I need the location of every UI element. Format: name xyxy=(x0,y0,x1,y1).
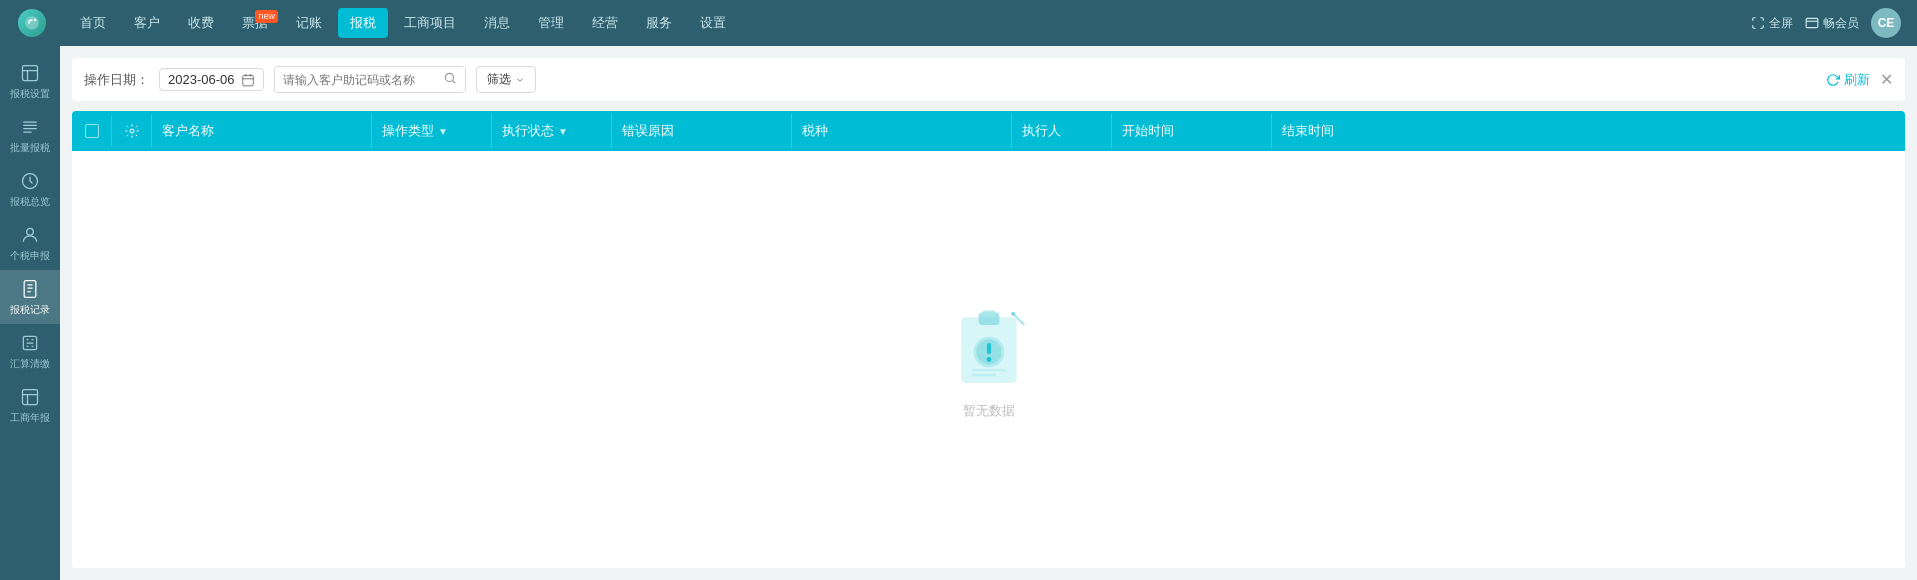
refresh-label: 刷新 xyxy=(1844,71,1870,89)
svg-point-10 xyxy=(130,129,134,133)
nav-client[interactable]: 客户 xyxy=(122,8,172,38)
main-layout: 报税设置 批量报税 报税总览 xyxy=(0,46,1917,580)
svg-rect-2 xyxy=(23,66,38,81)
date-value: 2023-06-06 xyxy=(168,72,235,87)
th-op-type[interactable]: 操作类型 ▼ xyxy=(372,114,492,148)
nav-ledger[interactable]: 记账 xyxy=(284,8,334,38)
close-button[interactable]: ✕ xyxy=(1880,70,1893,89)
nav-business[interactable]: 工商项目 xyxy=(392,8,468,38)
search-button[interactable] xyxy=(435,67,465,92)
header-checkbox[interactable] xyxy=(85,124,99,138)
fullscreen-label: 全屏 xyxy=(1769,15,1793,32)
nav-right: 全屏 畅会员 CE xyxy=(1751,8,1901,38)
fullscreen-btn[interactable]: 全屏 xyxy=(1751,15,1793,32)
exec-status-filter-icon: ▼ xyxy=(558,126,568,137)
sidebar: 报税设置 批量报税 报税总览 xyxy=(0,46,60,580)
th-end-time: 结束时间 xyxy=(1272,114,1392,148)
tax-overview-icon xyxy=(19,170,41,192)
svg-rect-7 xyxy=(23,390,38,405)
filter-btn-label: 筛选 xyxy=(487,71,511,88)
sidebar-item-tax-record[interactable]: 报税记录 xyxy=(0,270,60,324)
svg-rect-21 xyxy=(971,369,1006,371)
refresh-button[interactable]: 刷新 xyxy=(1826,71,1870,89)
nav-message[interactable]: 消息 xyxy=(472,8,522,38)
th-error-reason: 错误原因 xyxy=(612,114,792,148)
member-label: 畅会员 xyxy=(1823,15,1859,32)
table-body: 暂无数据 xyxy=(72,151,1905,568)
th-exec-status[interactable]: 执行状态 ▼ xyxy=(492,114,612,148)
tax-record-icon xyxy=(19,278,41,300)
avatar[interactable]: CE xyxy=(1871,8,1901,38)
calc-tax-icon xyxy=(19,332,41,354)
nav-tax[interactable]: 报税 xyxy=(338,8,388,38)
svg-rect-8 xyxy=(242,75,253,86)
svg-rect-5 xyxy=(24,281,36,298)
nav-items: 首页 客户 收费 票据 new 记账 报税 工商项目 消息 管理 经营 服务 设… xyxy=(68,8,1751,38)
sidebar-item-tax-overview[interactable]: 报税总览 xyxy=(0,162,60,216)
new-badge: new xyxy=(255,10,278,23)
search-input[interactable] xyxy=(275,69,435,91)
filter-button[interactable]: 筛选 xyxy=(476,66,536,93)
nav-settings[interactable]: 设置 xyxy=(688,8,738,38)
th-client-name: 客户名称 xyxy=(152,114,372,148)
op-type-filter-icon: ▼ xyxy=(438,126,448,137)
annual-report-icon xyxy=(19,386,41,408)
th-gear[interactable] xyxy=(112,115,152,147)
sidebar-item-calc-tax[interactable]: 汇算清缴 xyxy=(0,324,60,378)
content: 操作日期： 2023-06-06 筛选 xyxy=(60,46,1917,580)
th-tax-type: 税种 xyxy=(792,114,1012,148)
search-icon xyxy=(443,71,457,85)
sidebar-item-tax-settings[interactable]: 报税设置 xyxy=(0,54,60,108)
svg-point-4 xyxy=(27,228,34,235)
empty-state: 暂无数据 xyxy=(944,300,1034,420)
chevron-down-icon xyxy=(515,75,525,85)
th-checkbox[interactable] xyxy=(72,116,112,146)
empty-text: 暂无数据 xyxy=(963,402,1015,420)
logo[interactable] xyxy=(16,7,48,39)
th-start-time: 开始时间 xyxy=(1112,114,1272,148)
refresh-icon xyxy=(1826,73,1840,87)
sidebar-item-annual-report[interactable]: 工商年报 xyxy=(0,378,60,432)
member-btn[interactable]: 畅会员 xyxy=(1805,15,1859,32)
svg-point-0 xyxy=(34,19,37,22)
nav-service[interactable]: 服务 xyxy=(634,8,684,38)
nav-fee[interactable]: 收费 xyxy=(176,8,226,38)
nav-invoice[interactable]: 票据 new xyxy=(230,8,280,38)
batch-tax-icon xyxy=(19,116,41,138)
svg-point-18 xyxy=(986,357,991,362)
nav-manage[interactable]: 管理 xyxy=(526,8,576,38)
th-executor: 执行人 xyxy=(1012,114,1112,148)
svg-rect-22 xyxy=(971,374,995,376)
date-label: 操作日期： xyxy=(84,71,149,89)
calendar-icon xyxy=(241,73,255,87)
table: 客户名称 操作类型 ▼ 执行状态 ▼ 错误原因 税种 执行人 xyxy=(72,111,1905,568)
personal-tax-icon xyxy=(19,224,41,246)
gear-icon xyxy=(124,123,140,139)
nav-home[interactable]: 首页 xyxy=(68,8,118,38)
svg-point-9 xyxy=(445,73,453,81)
search-box xyxy=(274,66,466,93)
svg-rect-1 xyxy=(1806,18,1818,27)
date-picker[interactable]: 2023-06-06 xyxy=(159,68,264,91)
empty-illustration xyxy=(944,300,1034,390)
nav-operation[interactable]: 经营 xyxy=(580,8,630,38)
top-nav: 首页 客户 收费 票据 new 记账 报税 工商项目 消息 管理 经营 服务 设… xyxy=(0,0,1917,46)
svg-rect-14 xyxy=(982,310,996,317)
sidebar-item-personal-tax[interactable]: 个税申报 xyxy=(0,216,60,270)
table-header: 客户名称 操作类型 ▼ 执行状态 ▼ 错误原因 税种 执行人 xyxy=(72,111,1905,151)
svg-point-20 xyxy=(1011,311,1015,315)
svg-rect-17 xyxy=(986,342,990,353)
sidebar-item-batch-tax[interactable]: 批量报税 xyxy=(0,108,60,162)
tax-settings-icon xyxy=(19,62,41,84)
filter-bar: 操作日期： 2023-06-06 筛选 xyxy=(72,58,1905,101)
